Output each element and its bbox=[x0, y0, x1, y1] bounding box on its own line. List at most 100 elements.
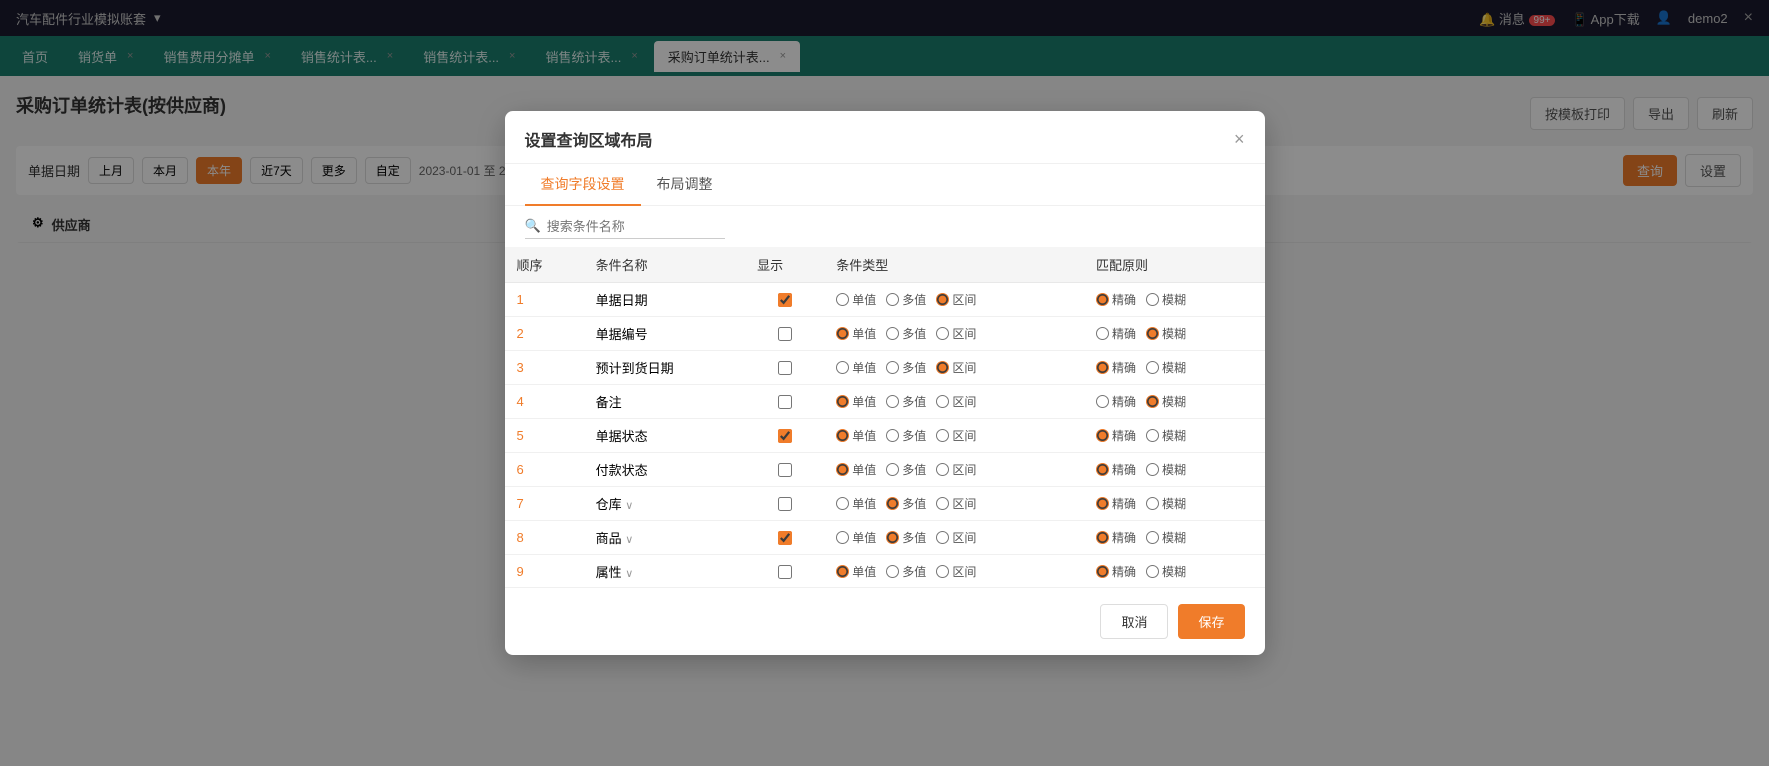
type-range-radio[interactable] bbox=[936, 565, 949, 578]
match-fuzzy-radio[interactable] bbox=[1146, 293, 1159, 306]
type-multi-radio[interactable] bbox=[886, 565, 899, 578]
match-fuzzy-label[interactable]: 模糊 bbox=[1146, 393, 1186, 410]
type-multi-radio[interactable] bbox=[886, 395, 899, 408]
display-checkbox[interactable] bbox=[778, 497, 792, 511]
type-single-radio[interactable] bbox=[836, 361, 849, 374]
match-fuzzy-radio[interactable] bbox=[1146, 497, 1159, 510]
type-range-label[interactable]: 区间 bbox=[936, 427, 976, 444]
expand-icon[interactable]: ∨ bbox=[625, 534, 633, 546]
expand-icon[interactable]: ∨ bbox=[625, 500, 633, 512]
type-range-radio[interactable] bbox=[936, 497, 949, 510]
match-exact-radio[interactable] bbox=[1096, 327, 1109, 340]
match-fuzzy-label[interactable]: 模糊 bbox=[1146, 495, 1186, 512]
type-multi-radio[interactable] bbox=[886, 531, 899, 544]
type-multi-label[interactable]: 多值 bbox=[886, 291, 926, 308]
match-fuzzy-label[interactable]: 模糊 bbox=[1146, 563, 1186, 580]
type-range-radio[interactable] bbox=[936, 327, 949, 340]
type-multi-radio[interactable] bbox=[886, 463, 899, 476]
type-single-label[interactable]: 单值 bbox=[836, 325, 876, 342]
match-exact-radio[interactable] bbox=[1096, 497, 1109, 510]
match-fuzzy-label[interactable]: 模糊 bbox=[1146, 427, 1186, 444]
match-exact-label[interactable]: 精确 bbox=[1096, 563, 1136, 580]
match-exact-radio[interactable] bbox=[1096, 531, 1109, 544]
type-multi-label[interactable]: 多值 bbox=[886, 529, 926, 546]
display-checkbox[interactable] bbox=[778, 429, 792, 443]
type-single-radio[interactable] bbox=[836, 293, 849, 306]
type-single-radio[interactable] bbox=[836, 531, 849, 544]
dialog-close-btn[interactable]: × bbox=[1234, 129, 1245, 150]
display-checkbox[interactable] bbox=[778, 565, 792, 579]
type-range-radio[interactable] bbox=[936, 293, 949, 306]
type-range-label[interactable]: 区间 bbox=[936, 393, 976, 410]
type-single-radio[interactable] bbox=[836, 565, 849, 578]
match-fuzzy-radio[interactable] bbox=[1146, 531, 1159, 544]
match-fuzzy-label[interactable]: 模糊 bbox=[1146, 325, 1186, 342]
match-exact-label[interactable]: 精确 bbox=[1096, 427, 1136, 444]
match-exact-label[interactable]: 精确 bbox=[1096, 359, 1136, 376]
type-range-label[interactable]: 区间 bbox=[936, 325, 976, 342]
type-multi-label[interactable]: 多值 bbox=[886, 359, 926, 376]
type-single-label[interactable]: 单值 bbox=[836, 495, 876, 512]
type-range-radio[interactable] bbox=[936, 531, 949, 544]
match-exact-radio[interactable] bbox=[1096, 293, 1109, 306]
type-single-radio[interactable] bbox=[836, 497, 849, 510]
display-checkbox[interactable] bbox=[778, 361, 792, 375]
type-multi-label[interactable]: 多值 bbox=[886, 393, 926, 410]
type-range-radio[interactable] bbox=[936, 395, 949, 408]
type-range-label[interactable]: 区间 bbox=[936, 291, 976, 308]
match-exact-label[interactable]: 精确 bbox=[1096, 529, 1136, 546]
type-multi-label[interactable]: 多值 bbox=[886, 495, 926, 512]
display-checkbox[interactable] bbox=[778, 395, 792, 409]
type-single-label[interactable]: 单值 bbox=[836, 291, 876, 308]
match-exact-radio[interactable] bbox=[1096, 463, 1109, 476]
type-multi-label[interactable]: 多值 bbox=[886, 325, 926, 342]
type-range-radio[interactable] bbox=[936, 429, 949, 442]
type-multi-label[interactable]: 多值 bbox=[886, 563, 926, 580]
type-single-radio[interactable] bbox=[836, 327, 849, 340]
save-btn[interactable]: 保存 bbox=[1178, 604, 1244, 639]
type-single-label[interactable]: 单值 bbox=[836, 461, 876, 478]
match-exact-radio[interactable] bbox=[1096, 395, 1109, 408]
type-single-label[interactable]: 单值 bbox=[836, 359, 876, 376]
type-single-label[interactable]: 单值 bbox=[836, 529, 876, 546]
match-fuzzy-radio[interactable] bbox=[1146, 327, 1159, 340]
type-multi-radio[interactable] bbox=[886, 361, 899, 374]
tab-layout-adjust[interactable]: 布局调整 bbox=[641, 164, 729, 206]
type-range-label[interactable]: 区间 bbox=[936, 495, 976, 512]
type-single-label[interactable]: 单值 bbox=[836, 393, 876, 410]
type-single-radio[interactable] bbox=[836, 463, 849, 476]
type-multi-label[interactable]: 多值 bbox=[886, 461, 926, 478]
match-fuzzy-label[interactable]: 模糊 bbox=[1146, 359, 1186, 376]
match-fuzzy-label[interactable]: 模糊 bbox=[1146, 461, 1186, 478]
match-fuzzy-label[interactable]: 模糊 bbox=[1146, 529, 1186, 546]
match-exact-radio[interactable] bbox=[1096, 429, 1109, 442]
cancel-btn[interactable]: 取消 bbox=[1100, 604, 1168, 639]
match-fuzzy-radio[interactable] bbox=[1146, 361, 1159, 374]
match-fuzzy-radio[interactable] bbox=[1146, 429, 1159, 442]
display-checkbox[interactable] bbox=[778, 463, 792, 477]
match-fuzzy-label[interactable]: 模糊 bbox=[1146, 291, 1186, 308]
expand-icon[interactable]: ∨ bbox=[625, 568, 633, 580]
match-fuzzy-radio[interactable] bbox=[1146, 463, 1159, 476]
type-multi-radio[interactable] bbox=[886, 293, 899, 306]
type-range-radio[interactable] bbox=[936, 463, 949, 476]
type-single-radio[interactable] bbox=[836, 395, 849, 408]
match-exact-label[interactable]: 精确 bbox=[1096, 393, 1136, 410]
match-exact-label[interactable]: 精确 bbox=[1096, 325, 1136, 342]
type-range-label[interactable]: 区间 bbox=[936, 461, 976, 478]
match-exact-radio[interactable] bbox=[1096, 361, 1109, 374]
type-range-radio[interactable] bbox=[936, 361, 949, 374]
match-exact-radio[interactable] bbox=[1096, 565, 1109, 578]
type-range-label[interactable]: 区间 bbox=[936, 563, 976, 580]
type-range-label[interactable]: 区间 bbox=[936, 529, 976, 546]
tab-field-settings[interactable]: 查询字段设置 bbox=[525, 164, 641, 206]
type-single-radio[interactable] bbox=[836, 429, 849, 442]
display-checkbox[interactable] bbox=[778, 531, 792, 545]
match-exact-label[interactable]: 精确 bbox=[1096, 495, 1136, 512]
type-single-label[interactable]: 单值 bbox=[836, 563, 876, 580]
display-checkbox[interactable] bbox=[778, 327, 792, 341]
match-exact-label[interactable]: 精确 bbox=[1096, 461, 1136, 478]
type-multi-label[interactable]: 多值 bbox=[886, 427, 926, 444]
match-fuzzy-radio[interactable] bbox=[1146, 565, 1159, 578]
type-multi-radio[interactable] bbox=[886, 327, 899, 340]
